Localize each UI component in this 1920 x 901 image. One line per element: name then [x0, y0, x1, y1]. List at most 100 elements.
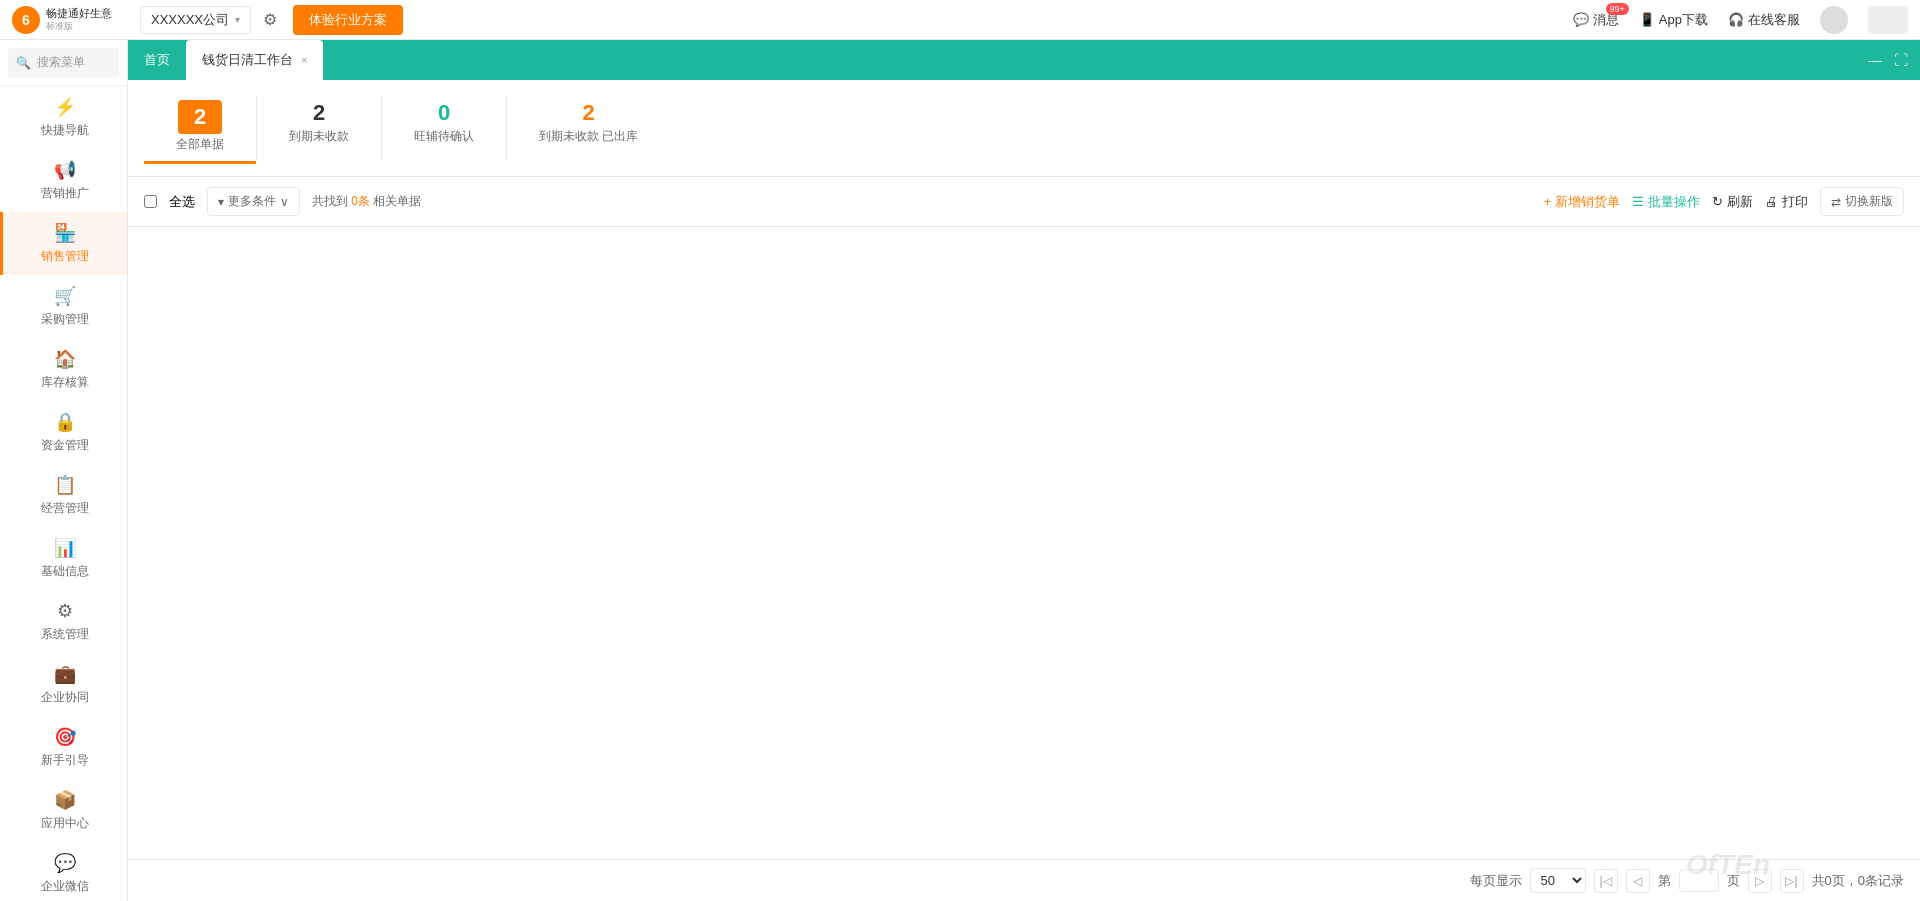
- tab-expand-icon[interactable]: ⛶: [1890, 48, 1912, 72]
- batch-operation-button[interactable]: ☰ 批量操作: [1632, 193, 1700, 211]
- purchase-icon: 🛒: [54, 285, 76, 307]
- logo-area: 6 畅捷通好生意 标准版: [12, 6, 140, 34]
- chevron-icon: ∨: [280, 195, 289, 209]
- toolbar: 全选 ▾ 更多条件 ∨ 共找到 0条 相关单据 + 新增销货单 ☰ 批量操作: [128, 177, 1920, 227]
- system-icon: ⚙: [57, 600, 73, 622]
- sidebar-item-app-center[interactable]: 📦 应用中心: [0, 779, 127, 842]
- tab-minimize-icon[interactable]: —: [1864, 48, 1886, 72]
- sidebar-item-wechat[interactable]: 💬 企业微信: [0, 842, 127, 901]
- prev-page-button[interactable]: ◁: [1626, 869, 1650, 893]
- switch-icon: ⇄: [1831, 195, 1841, 209]
- stat-card-overdue-shipped[interactable]: 2 到期未收款 已出库: [507, 92, 670, 164]
- sidebar-item-label: 企业协同: [41, 689, 89, 706]
- sidebar-item-label: 新手引导: [41, 752, 89, 769]
- message-button[interactable]: 💬 消息 99+: [1573, 11, 1619, 29]
- sidebar-item-label: 采购管理: [41, 311, 89, 328]
- toolbar-right: + 新增销货单 ☰ 批量操作 ↻ 刷新 🖨 打印 ⇄: [1544, 187, 1904, 216]
- found-text: 共找到 0条 相关单据: [312, 193, 421, 210]
- avatar-extra[interactable]: [1868, 6, 1908, 34]
- message-icon: 💬: [1573, 12, 1589, 27]
- first-page-button[interactable]: |◁: [1594, 869, 1618, 893]
- pagination: 每页显示 50 100 200 |◁ ◁ 第 1 页 ▷ ▷| 共0页，0条记录: [128, 859, 1920, 901]
- sidebar-item-label: 企业微信: [41, 878, 89, 895]
- more-conditions-button[interactable]: ▾ 更多条件 ∨: [207, 187, 300, 216]
- sidebar-item-sales[interactable]: 🏪 销售管理: [0, 212, 127, 275]
- search-menu-input[interactable]: 🔍 搜索菜单: [8, 48, 119, 77]
- sidebar-item-label: 销售管理: [41, 248, 89, 265]
- stat-card-overdue[interactable]: 2 到期未收款: [257, 92, 381, 164]
- stats-bar: 2 全部单据 2 到期未收款 0 旺辅待确认 2 到期未收款 已出库: [128, 80, 1920, 177]
- switch-new-version-button[interactable]: ⇄ 切换新版: [1820, 187, 1904, 216]
- logo-text: 畅捷通好生意: [46, 6, 112, 20]
- stat-number-overdue-shipped: 2: [583, 100, 595, 126]
- sidebar-item-label: 库存核算: [41, 374, 89, 391]
- tab-cashier[interactable]: 钱货日清工作台 ×: [186, 40, 323, 80]
- stat-label-all: 全部单据: [176, 136, 224, 153]
- print-button[interactable]: 🖨 打印: [1765, 193, 1808, 211]
- sidebar-item-enterprise[interactable]: 💼 企业协同: [0, 653, 127, 716]
- quick-nav-icon: ⚡: [54, 96, 76, 118]
- chevron-down-icon: ▾: [235, 14, 240, 25]
- sidebar-item-finance[interactable]: 🔒 资金管理: [0, 401, 127, 464]
- app-download-icon: 📱: [1639, 12, 1655, 27]
- stat-number-pending: 0: [438, 100, 450, 126]
- stat-card-all[interactable]: 2 全部单据: [144, 92, 256, 164]
- search-menu-area[interactable]: 🔍 搜索菜单: [0, 40, 127, 86]
- pagination-summary: 共0页，0条记录: [1812, 872, 1904, 890]
- stat-card-pending[interactable]: 0 旺辅待确认: [382, 92, 506, 164]
- batch-icon: ☰: [1632, 194, 1644, 209]
- app-download-button[interactable]: 📱 App下载: [1639, 11, 1708, 29]
- logo-text-area: 畅捷通好生意 标准版: [46, 6, 112, 33]
- search-icon: 🔍: [16, 56, 31, 70]
- new-sale-order-button[interactable]: + 新增销货单: [1544, 193, 1620, 211]
- found-count: 0条: [351, 194, 370, 208]
- next-page-button[interactable]: ▷: [1748, 869, 1772, 893]
- online-service-button[interactable]: 🎧 在线客服: [1728, 11, 1800, 29]
- sidebar-item-system[interactable]: ⚙ 系统管理: [0, 590, 127, 653]
- refresh-icon: ↻: [1712, 194, 1723, 209]
- stat-number-all: 2: [178, 100, 222, 134]
- last-page-button[interactable]: ▷|: [1780, 869, 1804, 893]
- sidebar-item-guide[interactable]: 🎯 新手引导: [0, 716, 127, 779]
- filter-icon: ▾: [218, 195, 224, 209]
- tab-cashier-label: 钱货日清工作台: [202, 51, 293, 69]
- page-content: 2 全部单据 2 到期未收款 0 旺辅待确认 2 到期未收款 已出库: [128, 80, 1920, 901]
- sidebar-item-label: 经营管理: [41, 500, 89, 517]
- operation-icon: 📋: [54, 474, 76, 496]
- print-icon: 🖨: [1765, 194, 1778, 209]
- sidebar-item-label: 快捷导航: [41, 122, 89, 139]
- sidebar-item-label: 基础信息: [41, 563, 89, 580]
- select-all-checkbox[interactable]: [144, 195, 157, 208]
- page-label: 第: [1658, 872, 1671, 890]
- refresh-button[interactable]: ↻ 刷新: [1712, 193, 1753, 211]
- app-center-icon: 📦: [54, 789, 76, 811]
- sidebar-item-quick-nav[interactable]: ⚡ 快捷导航: [0, 86, 127, 149]
- enterprise-icon: 💼: [54, 663, 76, 685]
- content-area: 首页 钱货日清工作台 × — ⛶ 2 全部单据: [128, 40, 1920, 901]
- sidebar-item-marketing[interactable]: 📢 营销推广: [0, 149, 127, 212]
- sidebar-item-label: 系统管理: [41, 626, 89, 643]
- stat-label-overdue: 到期未收款: [289, 128, 349, 145]
- sidebar-item-basic-info[interactable]: 📊 基础信息: [0, 527, 127, 590]
- guide-icon: 🎯: [54, 726, 76, 748]
- main-layout: 🔍 搜索菜单 ⚡ 快捷导航 📢 营销推广 🏪 销售管理 🛒 采购管理 🏠 库存核…: [0, 40, 1920, 901]
- sidebar-item-label: 应用中心: [41, 815, 89, 832]
- per-page-select[interactable]: 50 100 200: [1530, 868, 1586, 893]
- sidebar-item-purchase[interactable]: 🛒 采购管理: [0, 275, 127, 338]
- tab-home[interactable]: 首页: [128, 40, 186, 80]
- tab-close-icon[interactable]: ×: [301, 54, 307, 66]
- company-selector[interactable]: XXXXXX公司 ▾: [140, 6, 251, 34]
- select-all-label: 全选: [169, 193, 195, 211]
- top-header: 6 畅捷通好生意 标准版 XXXXXX公司 ▾ ⚙ 体验行业方案 💬 消息 99…: [0, 0, 1920, 40]
- sidebar-item-operation[interactable]: 📋 经营管理: [0, 464, 127, 527]
- tab-bar: 首页 钱货日清工作台 × — ⛶: [128, 40, 1920, 80]
- settings-icon[interactable]: ⚙: [259, 6, 281, 33]
- avatar[interactable]: [1820, 6, 1848, 34]
- sidebar-item-inventory[interactable]: 🏠 库存核算: [0, 338, 127, 401]
- stat-label-pending: 旺辅待确认: [414, 128, 474, 145]
- page-number-input[interactable]: 1: [1679, 869, 1719, 892]
- try-industry-button[interactable]: 体验行业方案: [293, 5, 403, 35]
- per-page-label: 每页显示: [1470, 872, 1522, 890]
- service-icon: 🎧: [1728, 12, 1744, 27]
- inventory-icon: 🏠: [54, 348, 76, 370]
